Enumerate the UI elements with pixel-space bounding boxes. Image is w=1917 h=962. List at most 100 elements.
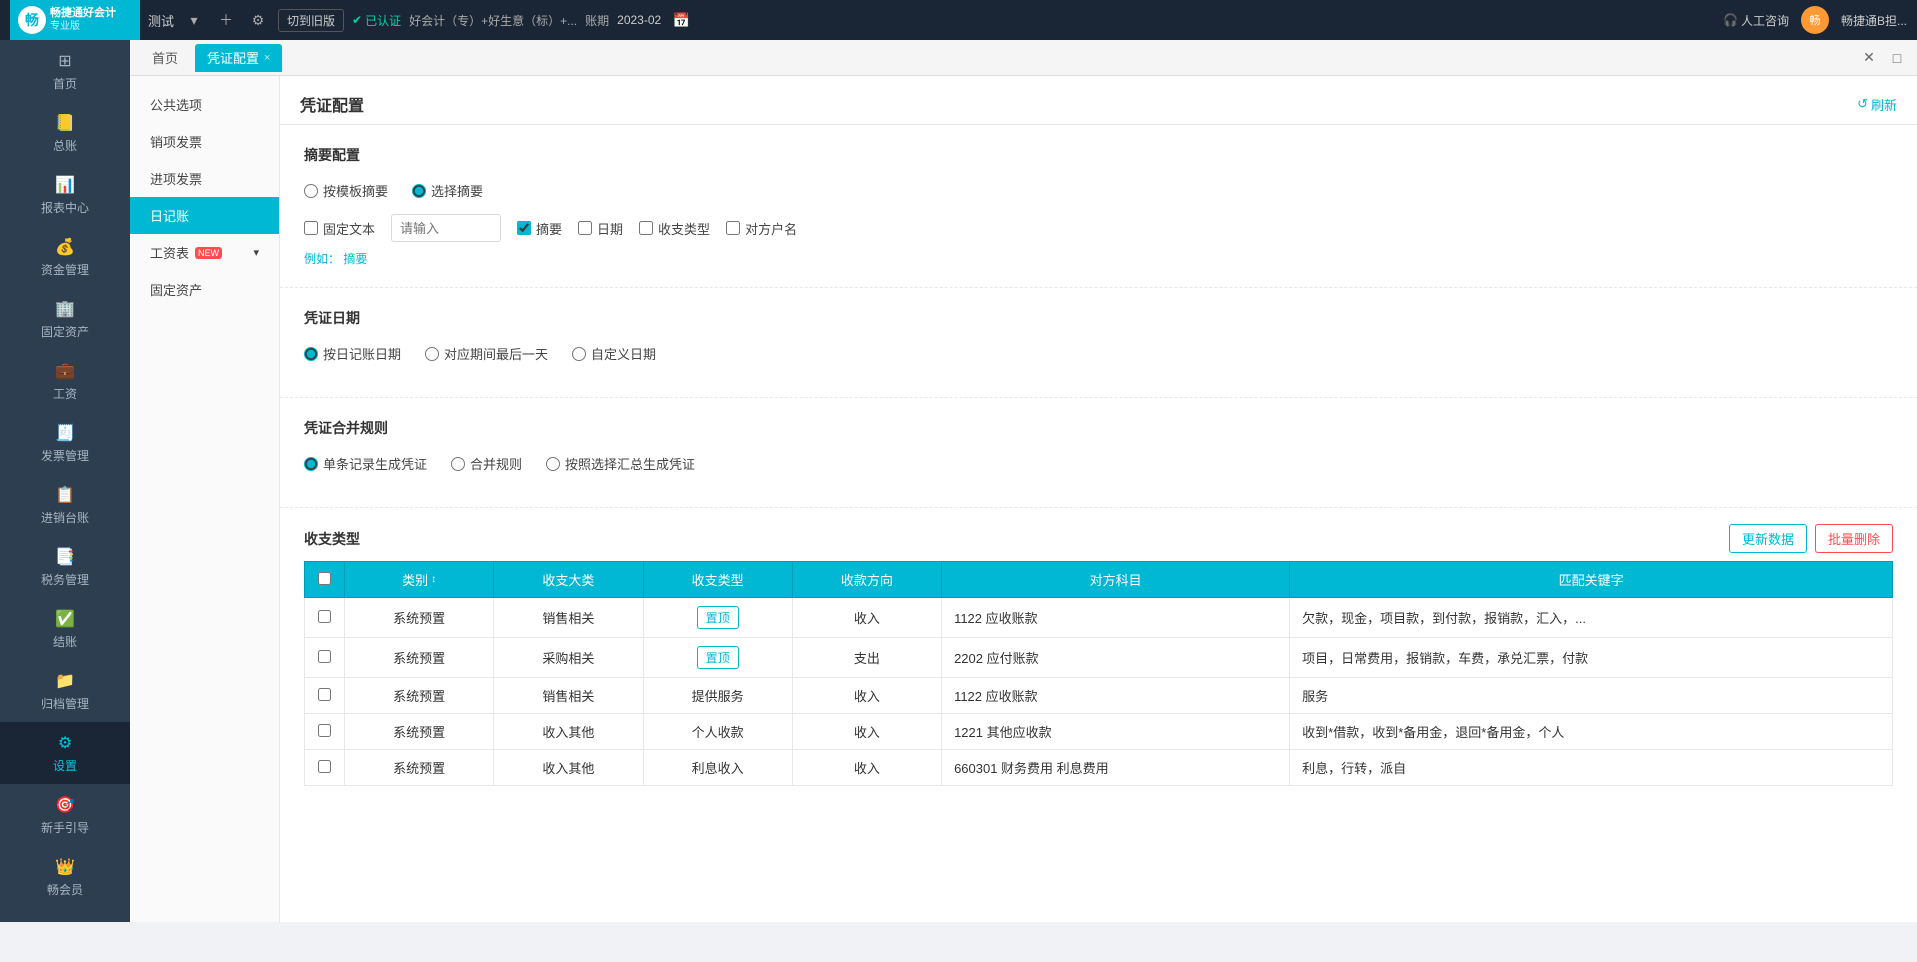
dropdown-icon[interactable]: ▾ — [182, 8, 206, 32]
summary-checkbox-input[interactable] — [517, 221, 531, 235]
window-maximize-button[interactable]: □ — [1887, 48, 1907, 68]
tab-close-icon[interactable]: × — [264, 52, 270, 64]
sidebar-item-settings[interactable]: ⚙ 设置 — [0, 722, 130, 784]
select-all-checkbox[interactable] — [318, 572, 331, 585]
sidebar-item-member[interactable]: 👑 畅会员 — [0, 846, 130, 908]
date-checkbox-input[interactable] — [578, 221, 592, 235]
sidebar-item-invoice[interactable]: 🧾 发票管理 — [0, 412, 130, 474]
th-checkbox[interactable] — [305, 562, 345, 598]
left-nav-purchase-invoice[interactable]: 进项发票 — [130, 160, 279, 197]
sidebar-item-purchase[interactable]: 📋 进销台账 — [0, 474, 130, 536]
payment-type-checkbox[interactable]: 收支类型 — [639, 219, 710, 238]
sidebar-item-assets[interactable]: 🏢 固定资产 — [0, 288, 130, 350]
sidebar-item-funds[interactable]: 💰 资金管理 — [0, 226, 130, 288]
top-tag-button[interactable]: 置顶 — [697, 646, 739, 669]
calendar-icon[interactable]: 📅 — [669, 8, 693, 32]
left-nav-fixed-assets[interactable]: 固定资产 — [130, 271, 279, 308]
switch-version-button[interactable]: 切到旧版 — [278, 9, 344, 32]
date-radio-custom[interactable]: 自定义日期 — [572, 344, 656, 363]
settings-icon[interactable]: ⚙ — [246, 8, 270, 32]
row-checkbox[interactable] — [318, 760, 331, 773]
example-text: 例如： 摘要 — [304, 250, 1893, 267]
sidebar-item-payroll[interactable]: 💼 工资 — [0, 350, 130, 412]
counterpart-name-checkbox[interactable]: 对方户名 — [726, 219, 797, 238]
sidebar-item-report[interactable]: 📊 报表中心 — [0, 164, 130, 226]
merge-radio-single-input[interactable] — [304, 457, 318, 471]
date-radio-last-day-input[interactable] — [425, 347, 439, 361]
date-radio-journal[interactable]: 按日记账日期 — [304, 344, 401, 363]
summary-checkbox-row: 固定文本 摘要 日期 收支类型 — [304, 214, 1893, 242]
row-type: 置顶 — [643, 598, 792, 638]
summary-radio-select-input[interactable] — [412, 184, 426, 198]
fixed-text-input[interactable] — [391, 214, 501, 242]
left-nav-payroll-table[interactable]: 工资表 NEW ▾ — [130, 234, 279, 271]
window-close-button[interactable]: ✕ — [1859, 48, 1879, 68]
table-row: 系统预置 收入其他 个人收款 收入 1221 其他应收款 收到*借款，收到*备用… — [305, 714, 1893, 750]
member-icon: 👑 — [54, 856, 76, 878]
company-info: 好会计（专）+好生意（标）+... — [409, 12, 577, 29]
row-checkbox[interactable] — [318, 610, 331, 623]
sidebar-item-ledger[interactable]: 📒 总账 — [0, 102, 130, 164]
row-checkbox[interactable] — [318, 650, 331, 663]
update-data-button[interactable]: 更新数据 — [1729, 524, 1807, 553]
sidebar-item-home[interactable]: ⊞ 首页 — [0, 40, 130, 102]
row-category: 系统预置 — [345, 750, 494, 786]
row-keywords: 收到*借款，收到*备用金，退回*备用金，个人 — [1290, 714, 1893, 750]
sort-icon[interactable]: ↕ — [431, 574, 436, 585]
merge-radio-summary-input[interactable] — [546, 457, 560, 471]
row-subject: 2202 应付账款 — [942, 638, 1290, 678]
counterpart-name-checkbox-input[interactable] — [726, 221, 740, 235]
row-checkbox[interactable] — [318, 688, 331, 701]
row-checkbox-cell[interactable] — [305, 678, 345, 714]
summary-section: 摘要配置 按模板摘要 选择摘要 固定文本 — [280, 125, 1917, 288]
refresh-button[interactable]: ↺ 刷新 — [1857, 95, 1897, 114]
fixed-text-checkbox[interactable]: 固定文本 — [304, 219, 375, 238]
service-button[interactable]: 🎧 人工咨询 — [1723, 12, 1789, 29]
date-checkbox[interactable]: 日期 — [578, 219, 623, 238]
date-radio-last-day[interactable]: 对应期间最后一天 — [425, 344, 548, 363]
merge-radio-merge[interactable]: 合并规则 — [451, 454, 522, 473]
row-checkbox-cell[interactable] — [305, 598, 345, 638]
left-nav-journal[interactable]: 日记账 — [130, 197, 279, 234]
tab-voucher-config[interactable]: 凭证配置 × — [195, 44, 282, 72]
date-section: 凭证日期 按日记账日期 对应期间最后一天 自定义日期 — [280, 288, 1917, 398]
logo-icon: 畅 — [18, 6, 46, 34]
summary-checkbox[interactable]: 摘要 — [517, 219, 562, 238]
date-radio-custom-input[interactable] — [572, 347, 586, 361]
row-checkbox[interactable] — [318, 724, 331, 737]
summary-radio-select[interactable]: 选择摘要 — [412, 181, 483, 200]
th-direction: 收款方向 — [792, 562, 941, 598]
table-header-row: 类别 ↕ 收支大类 收支类型 收款方向 对方科目 匹配关键字 — [305, 562, 1893, 598]
sidebar-item-label: 归档管理 — [41, 695, 89, 712]
sidebar-item-tax[interactable]: 📑 税务管理 — [0, 536, 130, 598]
sidebar-item-archive[interactable]: 📁 归档管理 — [0, 660, 130, 722]
row-checkbox-cell[interactable] — [305, 638, 345, 678]
top-bar: 畅 测试 畅捷通好会计 专业版 测试 ▾ ＋ ⚙ 切到旧版 ✔ 已认证 好会计（… — [0, 0, 1917, 40]
sidebar-item-label: 进销台账 — [41, 509, 89, 526]
payment-type-checkbox-input[interactable] — [639, 221, 653, 235]
row-keywords: 服务 — [1290, 678, 1893, 714]
window-controls: ✕ □ — [1859, 48, 1907, 68]
add-icon[interactable]: ＋ — [214, 8, 238, 32]
merge-radio-summary[interactable]: 按照选择汇总生成凭证 — [546, 454, 695, 473]
left-nav-public[interactable]: 公共选项 — [130, 86, 279, 123]
sidebar: ⊞ 首页 📒 总账 📊 报表中心 💰 资金管理 🏢 固定资产 💼 工资 🧾 发票… — [0, 40, 130, 922]
row-category: 系统预置 — [345, 638, 494, 678]
tab-home[interactable]: 首页 — [140, 44, 190, 72]
sidebar-item-close-accounts[interactable]: ✅ 结账 — [0, 598, 130, 660]
summary-radio-template[interactable]: 按模板摘要 — [304, 181, 388, 200]
fixed-text-checkbox-input[interactable] — [304, 221, 318, 235]
row-checkbox-cell[interactable] — [305, 750, 345, 786]
period-label: 账期 — [585, 12, 609, 29]
sidebar-item-guide[interactable]: 🎯 新手引导 — [0, 784, 130, 846]
date-radio-journal-input[interactable] — [304, 347, 318, 361]
summary-radio-template-input[interactable] — [304, 184, 318, 198]
row-checkbox-cell[interactable] — [305, 714, 345, 750]
summary-section-title: 摘要配置 — [304, 145, 1893, 165]
batch-delete-button[interactable]: 批量删除 — [1815, 524, 1893, 553]
top-tag-button[interactable]: 置顶 — [697, 606, 739, 629]
merge-radio-single[interactable]: 单条记录生成凭证 — [304, 454, 427, 473]
left-nav-sales-invoice[interactable]: 销项发票 — [130, 123, 279, 160]
merge-radio-merge-input[interactable] — [451, 457, 465, 471]
user-avatar: 畅 — [1801, 6, 1829, 34]
